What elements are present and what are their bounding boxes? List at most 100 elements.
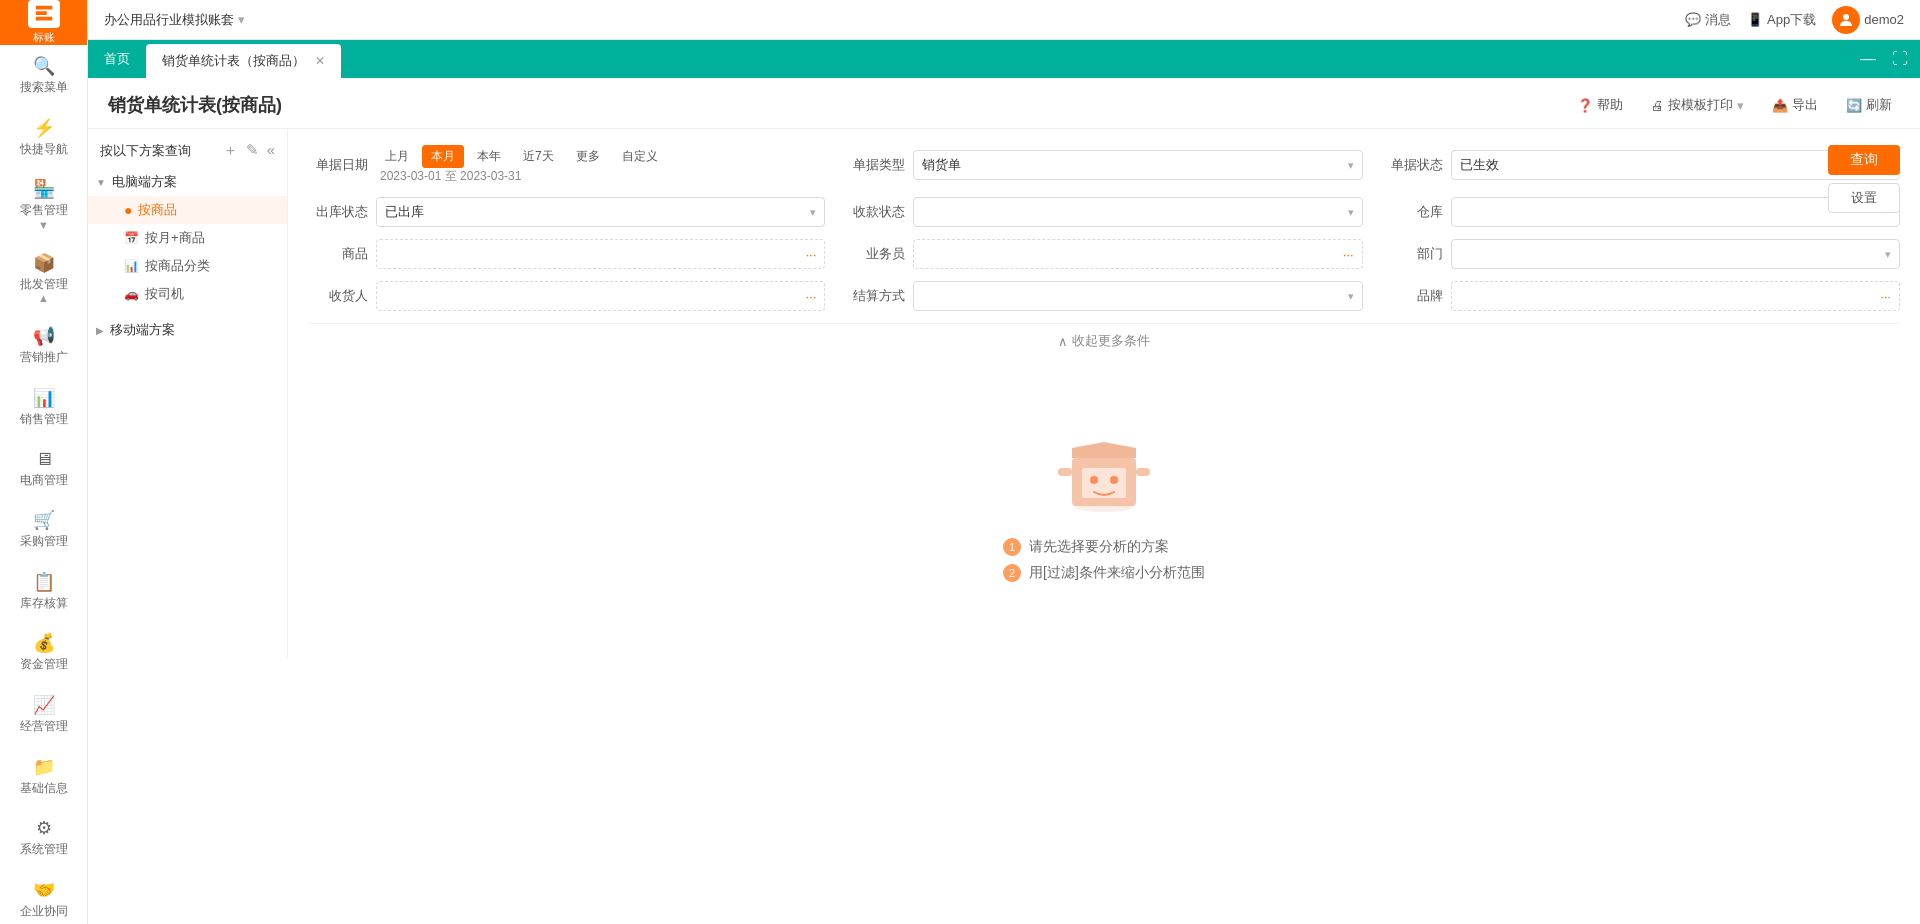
filter-cell-product: 商品 ··· (308, 239, 825, 269)
app-download-btn[interactable]: 📱 App下载 (1747, 11, 1816, 29)
tab-close-icon[interactable]: ✕ (315, 54, 325, 68)
warehouse-status-label: 出库状态 (308, 203, 376, 221)
export-btn[interactable]: 📤 导出 (1764, 92, 1826, 118)
sidebar-item-base-info[interactable]: 📁 基础信息 (0, 746, 88, 808)
setting-btn[interactable]: 设置 (1828, 183, 1900, 213)
empty-state: 1 请先选择要分析的方案 2 用[过滤]条件来缩小分析范围 (308, 358, 1900, 642)
message-label: 消息 (1705, 11, 1731, 29)
query-btn[interactable]: 查询 (1828, 145, 1900, 175)
sidebar-item-finance-label: 资金管理 (20, 657, 68, 673)
sidebar-item-retail-label: 零售管理 (20, 203, 68, 219)
doc-type-value: 销货单 (922, 156, 961, 174)
empty-icon (1044, 418, 1164, 518)
refresh-icon: 🔄 (1846, 98, 1862, 113)
sidebar-item-system[interactable]: ⚙ 系统管理 (0, 807, 88, 869)
tree-item-by-month-product[interactable]: 📅 按月+商品 (88, 224, 287, 252)
collection-status-label: 收款状态 (845, 203, 913, 221)
filter-cell-doc-type: 单据类型 销货单 ▾ (845, 150, 1362, 180)
app-name-dropdown-icon[interactable]: ▾ (238, 12, 245, 27)
sidebar-item-finance[interactable]: 💰 资金管理 (0, 622, 88, 684)
print-btn[interactable]: 🖨 按模板打印 ▾ (1643, 92, 1752, 118)
step-1-icon: 1 (1003, 538, 1021, 556)
date-range-display: 2023-03-01 至 2023-03-31 (380, 168, 825, 185)
product-select[interactable]: ··· (376, 239, 825, 269)
tab-sales-stat[interactable]: 销货单统计表（按商品） ✕ (146, 44, 341, 78)
base-info-icon: 📁 (33, 756, 55, 778)
collection-status-select[interactable]: ▾ (913, 197, 1362, 227)
brand-select[interactable]: ··· (1451, 281, 1900, 311)
salesperson-label: 业务员 (845, 245, 913, 263)
sidebar-item-quick-nav[interactable]: ⚡ 快捷导航 (0, 107, 88, 169)
sidebar-item-enterprise[interactable]: 🤝 企业协同 (0, 869, 88, 924)
tree-desktop-parent[interactable]: ▼ 电脑端方案 (88, 168, 287, 196)
date-tabs: 上月 本月 本年 近7天 更多 自定义 (376, 145, 667, 168)
salesperson-dots-btn[interactable]: ··· (1343, 247, 1354, 262)
date-tab-prev-month[interactable]: 上月 (376, 145, 418, 168)
app-logo[interactable]: 标账 (0, 0, 88, 45)
download-icon: 📱 (1747, 12, 1763, 27)
month-product-icon: 📅 (124, 231, 139, 245)
product-dots-btn[interactable]: ··· (805, 247, 816, 262)
message-btn[interactable]: 💬 消息 (1685, 11, 1731, 29)
app-name[interactable]: 办公用品行业模拟账套 ▾ (104, 11, 245, 29)
filter-row-3: 商品 ··· 业务员 (308, 239, 1900, 269)
edit-scheme-btn[interactable]: ✎ (246, 141, 259, 160)
wholesale-icon: 📦 (33, 252, 55, 274)
logo-icon (28, 0, 60, 28)
tree-desktop-label: 电脑端方案 (112, 173, 177, 191)
date-tab-7days[interactable]: 近7天 (514, 145, 563, 168)
sidebar-item-ecom-label: 电商管理 (20, 473, 68, 489)
tree-mobile-parent[interactable]: ▶ 移动端方案 (88, 316, 287, 344)
collection-status-chevron: ▾ (1348, 206, 1354, 219)
date-tab-this-year[interactable]: 本年 (468, 145, 510, 168)
sidebar-item-retail[interactable]: 🏪 零售管理 ▼ (0, 168, 88, 242)
tree-item-by-machine[interactable]: 🚗 按司机 (88, 280, 287, 308)
tabbar-right: — ⛶ (1856, 48, 1920, 70)
doc-type-select[interactable]: 销货单 ▾ (913, 150, 1362, 180)
sidebar-item-inventory[interactable]: 📋 库存核算 (0, 561, 88, 623)
system-icon: ⚙ (36, 817, 52, 839)
help-btn[interactable]: ❓ 帮助 (1569, 92, 1631, 118)
receiver-dots-btn[interactable]: ··· (805, 289, 816, 304)
brand-dots-btn[interactable]: ··· (1880, 289, 1891, 304)
export-icon: 📤 (1772, 98, 1788, 113)
date-tab-this-month[interactable]: 本月 (422, 145, 464, 168)
filter-cell-brand: 品牌 ··· (1383, 281, 1900, 311)
sidebar-item-search[interactable]: 🔍 搜索菜单 (0, 45, 88, 107)
page-title: 销货单统计表(按商品) (108, 93, 282, 117)
collapse-more-btn[interactable]: ∧ 收起更多条件 (308, 323, 1900, 358)
tab-minimize-btn[interactable]: — (1856, 48, 1880, 70)
warehouse-status-select[interactable]: 已出库 ▾ (376, 197, 825, 227)
user-area[interactable]: demo2 (1832, 6, 1904, 34)
tab-sales-stat-label: 销货单统计表（按商品） (162, 52, 305, 70)
dept-select[interactable]: ▾ (1451, 239, 1900, 269)
filter-cell-warehouse: 仓库 ··· (1383, 197, 1900, 227)
sidebar-item-purchase[interactable]: 🛒 采购管理 (0, 499, 88, 561)
sidebar-item-marketing-label: 营销推广 (20, 350, 68, 366)
receiver-select[interactable]: ··· (376, 281, 825, 311)
settlement-select[interactable]: ▾ (913, 281, 1362, 311)
topbar: 办公用品行业模拟账套 ▾ 💬 消息 📱 App下载 demo2 (88, 0, 1920, 40)
tree-item-by-product[interactable]: ● 按商品 (88, 196, 287, 224)
salesperson-select[interactable]: ··· (913, 239, 1362, 269)
date-tab-more[interactable]: 更多 (567, 145, 609, 168)
tab-home[interactable]: 首页 (88, 40, 146, 78)
refresh-btn[interactable]: 🔄 刷新 (1838, 92, 1900, 118)
print-dropdown-icon[interactable]: ▾ (1737, 98, 1744, 113)
add-scheme-btn[interactable]: ＋ (223, 141, 238, 160)
enterprise-icon: 🤝 (33, 879, 55, 901)
inventory-icon: 📋 (33, 571, 55, 593)
sidebar-item-base-info-label: 基础信息 (20, 781, 68, 797)
sidebar-item-operations[interactable]: 📈 经营管理 (0, 684, 88, 746)
sidebar-item-ecom[interactable]: 🖥 电商管理 (0, 439, 88, 500)
sidebar-item-wholesale[interactable]: 📦 批发管理 ▲ (0, 242, 88, 316)
sidebar-item-sales[interactable]: 📊 销售管理 (0, 377, 88, 439)
sidebar-item-marketing[interactable]: 📢 营销推广 (0, 315, 88, 377)
tabbar: 首页 销货单统计表（按商品） ✕ — ⛶ (88, 40, 1920, 78)
collapse-panel-btn[interactable]: « (267, 141, 275, 160)
tab-maximize-btn[interactable]: ⛶ (1888, 48, 1912, 70)
warehouse-status-control: 已出库 ▾ (376, 197, 825, 227)
date-tab-custom[interactable]: 自定义 (613, 145, 667, 168)
tree-item-by-product-cat[interactable]: 📊 按商品分类 (88, 252, 287, 280)
empty-step1-text: 请先选择要分析的方案 (1029, 538, 1169, 556)
